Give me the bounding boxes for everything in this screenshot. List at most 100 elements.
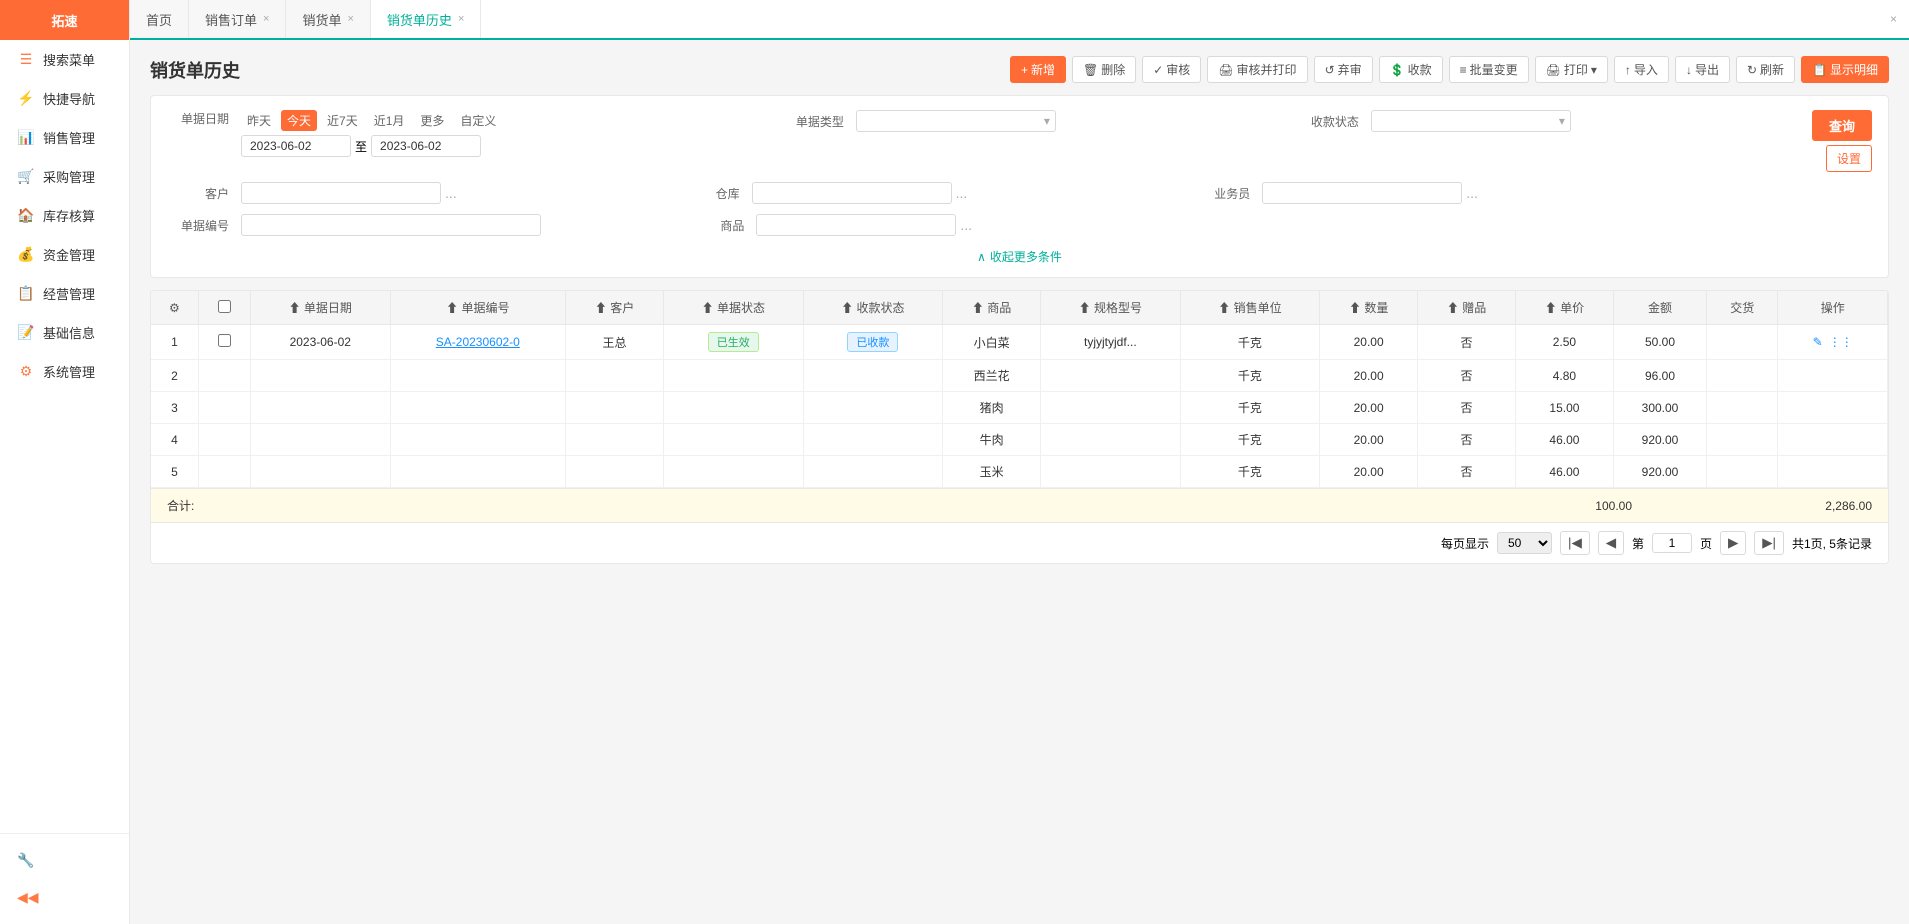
tab-sales-invoice[interactable]: 销货单 × — [286, 0, 370, 38]
salesperson-label: 业务员 — [1188, 185, 1258, 202]
row-spec — [1041, 424, 1181, 456]
tab-sales-order-close[interactable]: × — [263, 13, 269, 25]
sidebar-item-collapse[interactable]: ◀◀ — [0, 879, 129, 916]
customer-input[interactable] — [241, 182, 441, 204]
doc-no-link[interactable]: SA-20230602-0 — [436, 335, 520, 349]
col-unit-price[interactable]: ⬆ 单价 — [1515, 291, 1613, 325]
select-all-checkbox[interactable] — [218, 300, 231, 313]
row-checkbox[interactable] — [218, 334, 231, 347]
audit-button[interactable]: ✓ 审核 — [1142, 56, 1201, 83]
export-button[interactable]: ↓ 导出 — [1675, 56, 1730, 83]
current-page-input[interactable] — [1652, 533, 1692, 553]
page-size-select[interactable]: 50 100 200 — [1497, 532, 1552, 554]
row-action — [1778, 456, 1888, 488]
finance-icon: 💰 — [17, 246, 35, 263]
row-checkbox-cell[interactable] — [198, 360, 250, 392]
sidebar-item-basic-info[interactable]: 📝 基础信息 — [0, 313, 129, 352]
goods-input[interactable] — [756, 214, 956, 236]
tab-sales-history[interactable]: 销货单历史 × — [371, 0, 481, 38]
sidebar-item-label: 快捷导航 — [43, 89, 95, 108]
sidebar-item-purchase-mgmt[interactable]: 🛒 采购管理 — [0, 157, 129, 196]
payment-status-input[interactable] — [1371, 110, 1571, 132]
col-payment-status[interactable]: ⬆ 收款状态 — [803, 291, 943, 325]
col-doc-date[interactable]: ⬆ 单据日期 — [250, 291, 390, 325]
col-goods[interactable]: ⬆ 商品 — [943, 291, 1041, 325]
refresh-button[interactable]: ↻ 刷新 — [1736, 56, 1795, 83]
col-settings[interactable]: ⚙ — [151, 291, 198, 325]
row-unit-price: 46.00 — [1515, 456, 1613, 488]
customer-dots[interactable]: ... — [445, 185, 457, 201]
row-payment-status — [803, 392, 943, 424]
col-doc-status[interactable]: ⬆ 单据状态 — [664, 291, 804, 325]
sidebar-item-sales-mgmt[interactable]: 📊 销售管理 — [0, 118, 129, 157]
row-doc-no[interactable]: SA-20230602-0 — [390, 325, 566, 360]
sidebar-item-settings[interactable]: 🔧 — [0, 842, 129, 879]
sidebar-item-sys-mgmt[interactable]: ⚙ 系统管理 — [0, 352, 129, 391]
salesperson-dots[interactable]: ... — [1466, 185, 1478, 201]
show-detail-button[interactable]: 📋 显示明细 — [1801, 56, 1889, 83]
col-unit[interactable]: ⬆ 销售单位 — [1180, 291, 1320, 325]
collapse-btn[interactable]: ∧ 收起更多条件 — [167, 244, 1872, 267]
tab-sales-invoice-close[interactable]: × — [347, 13, 353, 25]
audit-print-button[interactable]: 🖨 审核并打印 — [1207, 56, 1307, 83]
doc-no-label: 单据编号 — [167, 217, 237, 234]
last-page-btn[interactable]: ▶| — [1754, 531, 1784, 555]
settings-button[interactable]: 设置 — [1826, 145, 1872, 172]
search-menu-icon: ☰ — [17, 51, 35, 68]
abandon-button[interactable]: ↺ 弃审 — [1314, 56, 1373, 83]
shortcut-1month[interactable]: 近1月 — [368, 110, 411, 131]
salesperson-input[interactable] — [1262, 182, 1462, 204]
col-customer[interactable]: ⬆ 客户 — [566, 291, 664, 325]
shortcut-yesterday[interactable]: 昨天 — [241, 110, 277, 131]
tab-home[interactable]: 首页 — [130, 0, 189, 38]
row-checkbox-cell[interactable] — [198, 424, 250, 456]
sidebar-item-ops-mgmt[interactable]: 📋 经营管理 — [0, 274, 129, 313]
purchase-icon: 🛒 — [17, 168, 35, 185]
row-quantity: 20.00 — [1320, 424, 1418, 456]
doc-no-input[interactable] — [241, 214, 541, 236]
more-icon[interactable]: ⋮⋮ — [1829, 335, 1853, 349]
batch-change-button[interactable]: ≡ 批量变更 — [1449, 56, 1529, 83]
shortcut-more[interactable]: 更多 — [414, 110, 450, 131]
row-checkbox-cell[interactable] — [198, 392, 250, 424]
sidebar-item-inventory[interactable]: 🏠 库存核算 — [0, 196, 129, 235]
tab-bar-close-btn[interactable]: × — [1878, 0, 1909, 38]
row-transaction — [1707, 424, 1778, 456]
shortcut-7days[interactable]: 近7天 — [321, 110, 364, 131]
shortcut-today[interactable]: 今天 — [281, 110, 317, 131]
doc-type-input[interactable] — [856, 110, 1056, 132]
query-button[interactable]: 查询 — [1812, 110, 1872, 141]
edit-icon[interactable]: ✎ — [1813, 335, 1823, 349]
import-button[interactable]: ↑ 导入 — [1614, 56, 1669, 83]
tab-sales-order-label: 销售订单 — [205, 10, 257, 29]
row-checkbox-cell[interactable] — [198, 325, 250, 360]
row-checkbox-cell[interactable] — [198, 456, 250, 488]
col-gift[interactable]: ⬆ 赠品 — [1418, 291, 1516, 325]
col-checkbox[interactable] — [198, 291, 250, 325]
col-doc-no[interactable]: ⬆ 单据编号 — [390, 291, 566, 325]
next-page-btn[interactable]: ▶ — [1720, 531, 1746, 555]
row-action: ✎ ⋮⋮ — [1778, 325, 1888, 360]
warehouse-input[interactable] — [752, 182, 952, 204]
shortcut-custom[interactable]: 自定义 — [454, 110, 502, 131]
date-end-input[interactable] — [371, 135, 481, 157]
sidebar-item-finance-mgmt[interactable]: 💰 资金管理 — [0, 235, 129, 274]
row-spec — [1041, 360, 1181, 392]
collect-button[interactable]: 💲 收款 — [1379, 56, 1443, 83]
new-button[interactable]: + 新增 — [1010, 56, 1066, 83]
table-row: 5 玉米 千克 20.00 否 46.00 920.00 — [151, 456, 1888, 488]
goods-dots[interactable]: ... — [960, 217, 972, 233]
sidebar-item-quick-nav[interactable]: ⚡ 快捷导航 — [0, 79, 129, 118]
first-page-btn[interactable]: |◀ — [1560, 531, 1590, 555]
delete-button[interactable]: 🗑 删除 — [1072, 56, 1136, 83]
print-button[interactable]: 🖨 打印 ▾ — [1535, 56, 1608, 83]
date-start-input[interactable] — [241, 135, 351, 157]
tab-sales-history-close[interactable]: × — [458, 13, 464, 25]
tab-sales-order[interactable]: 销售订单 × — [189, 0, 286, 38]
warehouse-dots[interactable]: ... — [956, 185, 968, 201]
prev-page-btn[interactable]: ◀ — [1598, 531, 1624, 555]
col-quantity[interactable]: ⬆ 数量 — [1320, 291, 1418, 325]
sidebar-item-search-menu[interactable]: ☰ 搜索菜单 — [0, 40, 129, 79]
payment-status-dropdown-icon: ▾ — [1559, 114, 1565, 128]
col-spec[interactable]: ⬆ 规格型号 — [1041, 291, 1181, 325]
